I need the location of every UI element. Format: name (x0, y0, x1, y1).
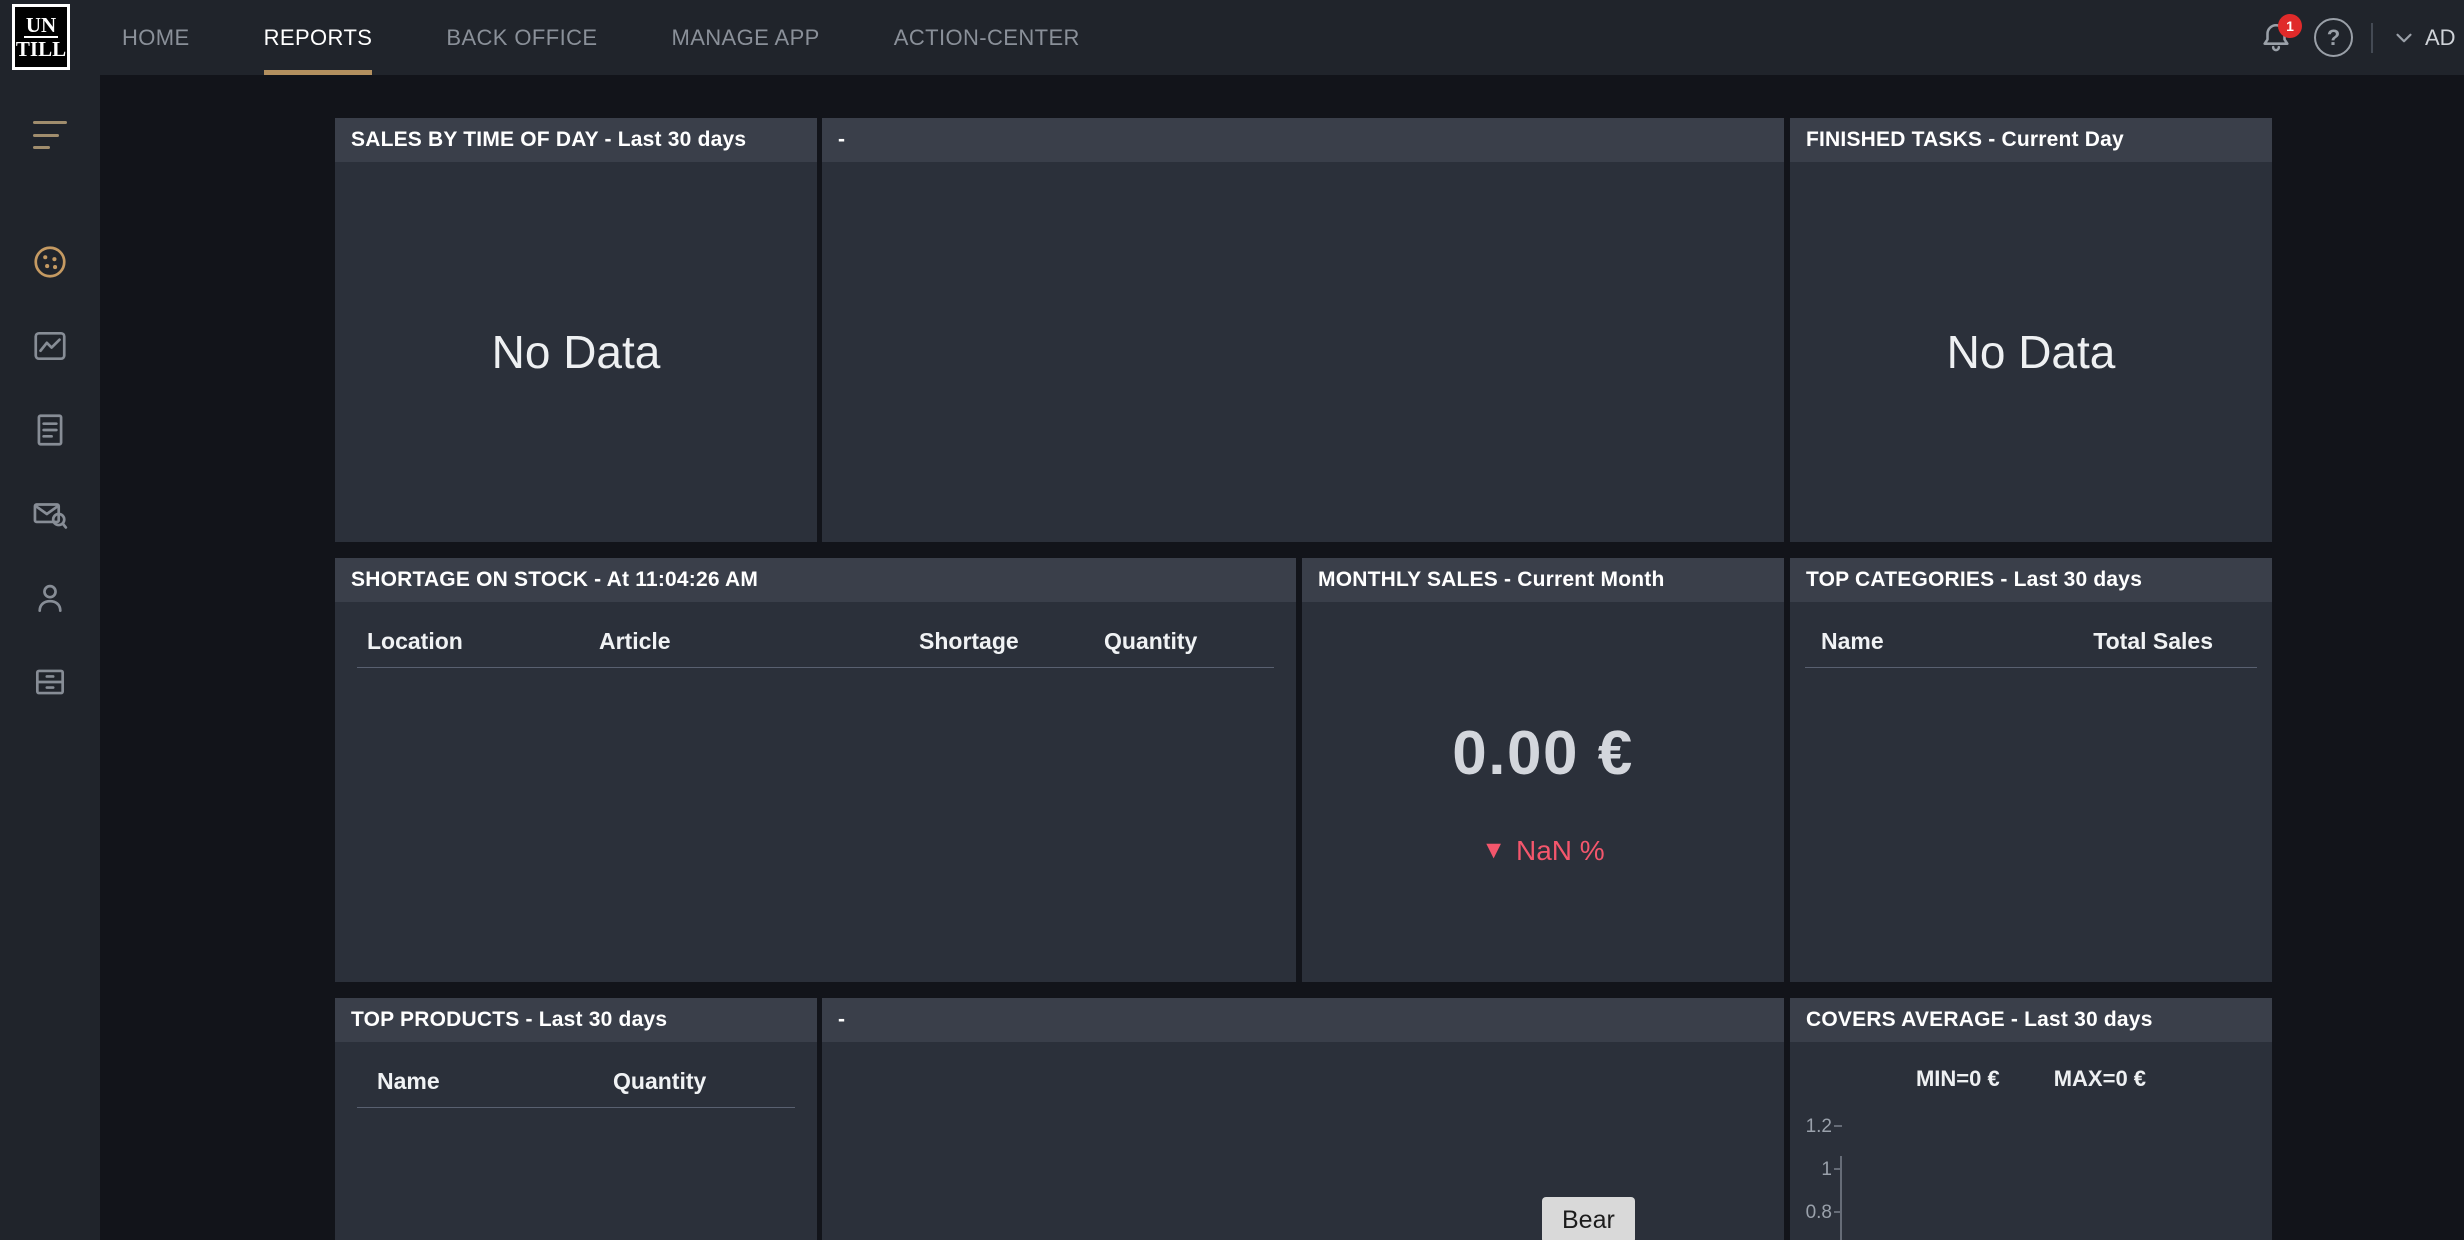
chevron-down-icon (2396, 33, 2412, 42)
panel-monthly-sales: MONTHLY SALES - Current Month 0.00 € ▼ N… (1302, 558, 1784, 982)
notification-badge: 1 (2278, 13, 2302, 38)
no-data-text: No Data (491, 326, 661, 378)
column-name: Name (377, 1068, 440, 1094)
column-quantity: Quantity (613, 1068, 707, 1094)
panel-finished-tasks: FINISHED TASKS - Current Day No Data (1790, 118, 2272, 542)
dashboard-icon[interactable] (31, 243, 69, 281)
nav-item-manage-app[interactable]: MANAGE APP (671, 0, 819, 75)
menu-icon[interactable] (33, 121, 67, 149)
dashboard-area: SALES BY TIME OF DAY - Last 30 days No D… (100, 75, 2464, 1240)
panel-title: SHORTAGE ON STOCK - At 11:04:26 AM (335, 558, 1296, 602)
panel-sales-by-time-of-day: SALES BY TIME OF DAY - Last 30 days No D… (335, 118, 817, 542)
monthly-sales-value: 0.00 € (1452, 718, 1634, 788)
logo-line-2: TILL (15, 37, 67, 61)
mail-search-icon[interactable] (31, 495, 69, 533)
trend-down-icon: ▼ (1481, 836, 1507, 864)
panel-title: - (822, 118, 1784, 162)
shortage-table-header: Location Article Shortage Quantity (357, 628, 1274, 668)
logo-line-1: UN (23, 12, 59, 38)
y-tick-label: 0.8 (1805, 1202, 1832, 1223)
sidebar-icons (31, 243, 69, 701)
top-products-table-header: Name Quantity (357, 1068, 795, 1108)
panel-top-categories: TOP CATEGORIES - Last 30 days Name Total… (1790, 558, 2272, 982)
column-total-sales: Total Sales (2093, 628, 2213, 654)
column-location: Location (367, 628, 463, 654)
column-shortage: Shortage (919, 628, 1019, 654)
top-categories-table-header: Name Total Sales (1805, 628, 2257, 668)
chart-tooltip: Bear (1542, 1197, 1635, 1240)
trend-text: NaN % (1516, 834, 1605, 866)
main-nav: HOME REPORTS BACK OFFICE MANAGE APP ACTI… (122, 0, 1080, 75)
column-article: Article (599, 628, 671, 654)
panel-title: SALES BY TIME OF DAY - Last 30 days (335, 118, 817, 162)
panel-unnamed-top: - (822, 118, 1784, 542)
nav-item-home[interactable]: HOME (122, 0, 190, 75)
panel-covers-average: COVERS AVERAGE - Last 30 days MIN=0 € MA… (1790, 998, 2272, 1240)
y-axis-tick (1834, 1211, 1842, 1213)
help-button[interactable]: ? (2314, 18, 2353, 57)
panel-unnamed-bottom: - Bear (822, 998, 1784, 1240)
nav-item-reports[interactable]: REPORTS (263, 0, 373, 75)
app-logo: UN TILL (12, 4, 70, 70)
nav-item-action-center[interactable]: ACTION-CENTER (894, 0, 1080, 75)
column-quantity: Quantity (1104, 628, 1198, 654)
top-bar: UN TILL HOME REPORTS BACK OFFICE MANAGE … (0, 0, 2464, 75)
column-name: Name (1821, 628, 1884, 654)
panel-title: TOP CATEGORIES - Last 30 days (1790, 558, 2272, 602)
stock-icon[interactable] (31, 663, 69, 701)
y-axis-tick (1834, 1168, 1842, 1170)
panel-title: FINISHED TASKS - Current Day (1790, 118, 2272, 162)
panel-title: TOP PRODUCTS - Last 30 days (335, 998, 817, 1042)
monthly-sales-trend: ▼ NaN % (1481, 835, 1604, 867)
panel-title: MONTHLY SALES - Current Month (1302, 558, 1784, 602)
y-axis-tick (1834, 1125, 1842, 1127)
user-label: AD (2425, 24, 2456, 50)
panel-shortage-on-stock: SHORTAGE ON STOCK - At 11:04:26 AM Locat… (335, 558, 1296, 982)
panel-top-products: TOP PRODUCTS - Last 30 days Name Quantit… (335, 998, 817, 1240)
y-tick-label: 1 (1821, 1159, 1832, 1180)
panel-title: - (822, 998, 1784, 1042)
panel-title: COVERS AVERAGE - Last 30 days (1790, 998, 2272, 1042)
user-menu[interactable]: AD (2391, 25, 2456, 51)
topbar-right: 1 ? AD (2256, 0, 2456, 75)
customers-icon[interactable] (31, 579, 69, 617)
no-data-text: No Data (1946, 326, 2116, 378)
sidebar (0, 75, 100, 1240)
y-tick-label: 1.2 (1805, 1116, 1832, 1137)
sales-media-icon[interactable] (31, 327, 69, 365)
notifications-button[interactable]: 1 (2256, 13, 2302, 58)
covers-average-chart: 1.2 1 0.8 (1790, 1042, 2272, 1240)
documents-icon[interactable] (31, 411, 69, 449)
topbar-divider (2371, 22, 2373, 53)
nav-item-back-office[interactable]: BACK OFFICE (446, 0, 597, 75)
